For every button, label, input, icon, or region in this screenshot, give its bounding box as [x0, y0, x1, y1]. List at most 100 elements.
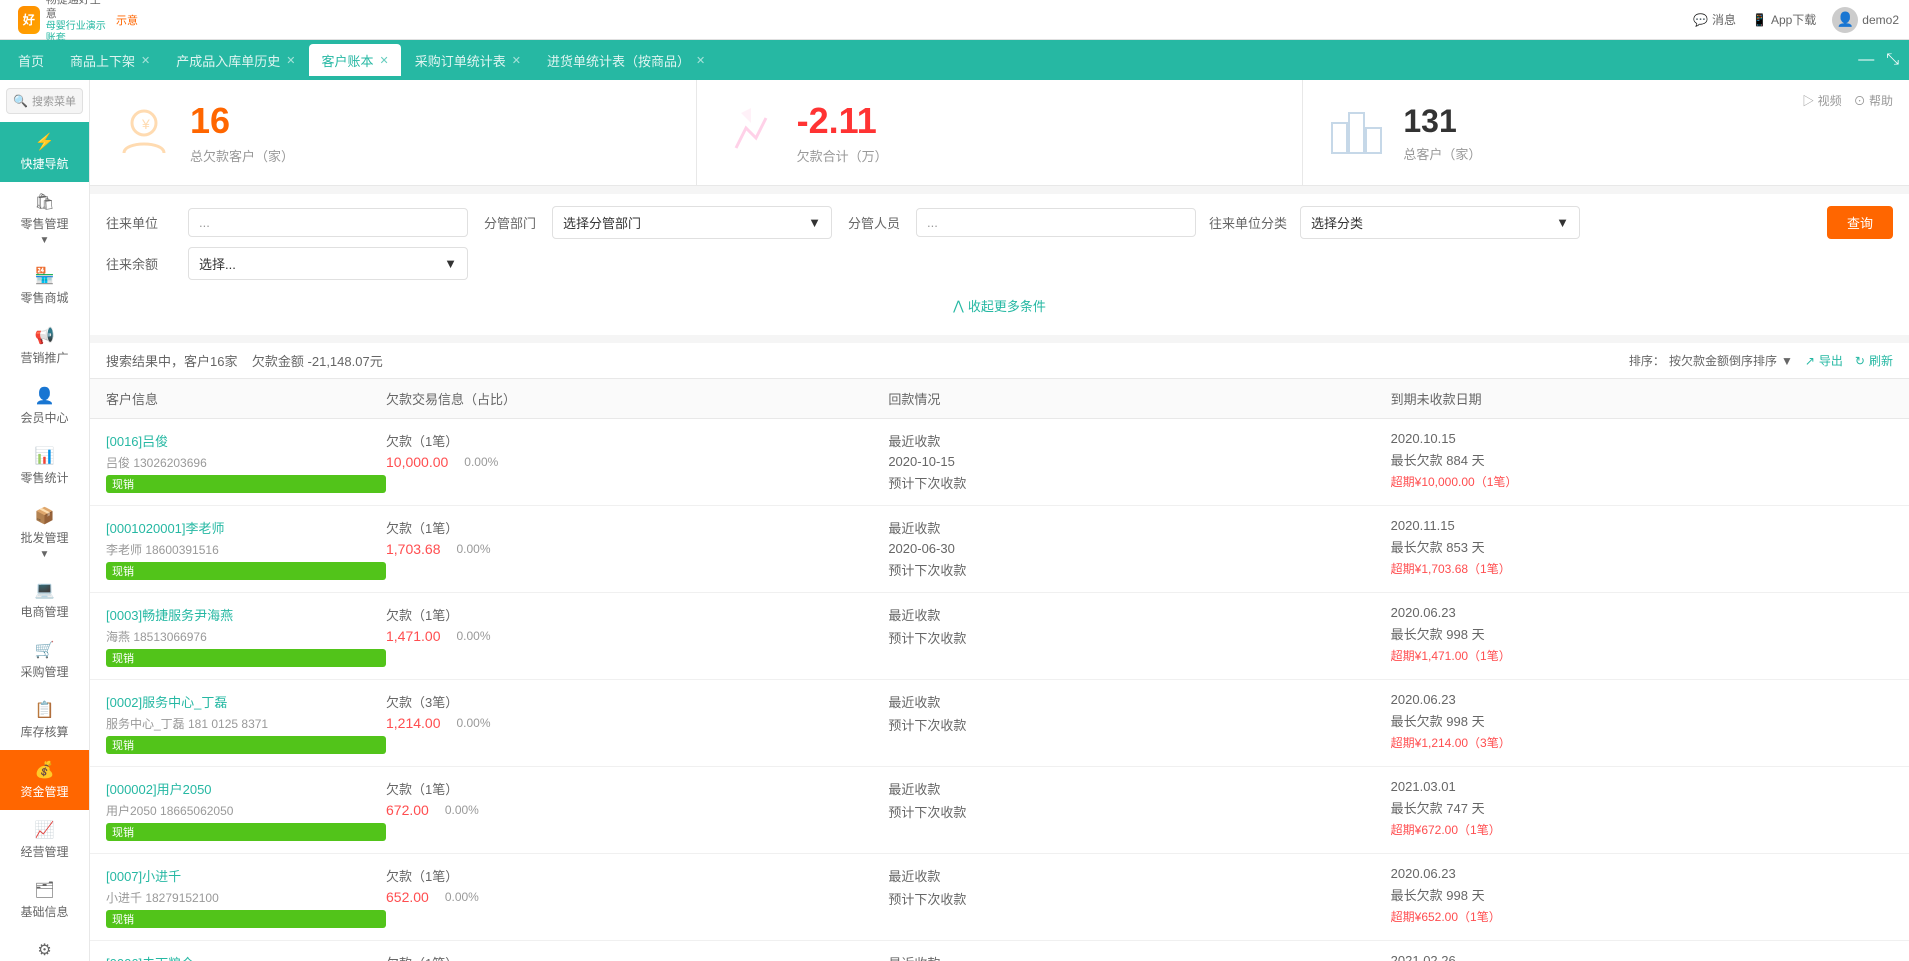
due-info-0: 2020.10.15 最长欠款 884 天 超期¥10,000.00（1笔）	[1391, 431, 1893, 490]
remaining-select[interactable]: 选择... ▼	[188, 247, 468, 280]
customer-name-2[interactable]: [0003]畅捷服务尹海燕	[106, 605, 386, 624]
overdue-link-2[interactable]: 超期¥1,471.00（1笔）	[1391, 647, 1893, 664]
tab-customer-account[interactable]: 客户账本 ✕	[309, 44, 400, 76]
collapse-btn[interactable]: ⋀ 收起更多条件	[945, 292, 1054, 319]
debt-count-5: 欠款（1笔）	[386, 866, 888, 885]
retail-stats-icon: 📊	[35, 446, 55, 466]
overdue-days-4: 最长欠款 747 天	[1391, 798, 1893, 817]
sidebar-item-quick[interactable]: ⚡ 快捷导航	[0, 122, 89, 182]
customer-name-0[interactable]: [0016]吕俊	[106, 431, 386, 450]
user-menu[interactable]: 👤 demo2	[1832, 7, 1899, 33]
quick-icon: ⚡	[35, 132, 55, 152]
sidebar-item-system[interactable]: ⚙ 系统管理	[0, 930, 89, 961]
due-info-1: 2020.11.15 最长欠款 853 天 超期¥1,703.68（1笔）	[1391, 518, 1893, 577]
last-payment-label-3: 最近收款	[888, 692, 1390, 711]
logo-icon: 好	[18, 6, 40, 34]
retail-store-icon: 🏪	[35, 266, 55, 286]
unit-category-select[interactable]: 选择分类 ▼	[1300, 206, 1580, 239]
status-badge-3: 现销	[106, 736, 386, 754]
sidebar-item-finance[interactable]: 💰 资金管理	[0, 750, 89, 810]
export-btn[interactable]: ↗ 导出	[1805, 352, 1843, 369]
avatar: 👤	[1832, 7, 1858, 33]
customer-phone-5: 小进千 18279152100	[106, 889, 386, 906]
sidebar-item-retail-stats[interactable]: 📊 零售统计	[0, 436, 89, 496]
app-download-btn[interactable]: 📱 App下载	[1752, 11, 1816, 28]
last-payment-label-6: 最近收款	[888, 953, 1390, 961]
filter-row-2: 往来余额 选择... ▼	[106, 247, 1893, 280]
customer-name-6[interactable]: [0006]去下粮仓	[106, 953, 386, 961]
tab-products[interactable]: 商品上下架 ✕	[58, 44, 162, 76]
customer-info-5: [0007]小进千 小进千 18279152100 现销	[106, 866, 386, 928]
customer-name-5[interactable]: [0007]小进千	[106, 866, 386, 885]
tab-close-products[interactable]: ✕	[141, 54, 150, 67]
collapse-row: ⋀ 收起更多条件	[106, 288, 1893, 323]
tab-stock-stats[interactable]: 进货单统计表（按商品） ✕	[535, 44, 717, 76]
sidebar: 🔍 搜索菜单 ⚡ 快捷导航 🛍 零售管理 ▼ 🏪 零售商城	[0, 80, 90, 961]
main-area: 🔍 搜索菜单 ⚡ 快捷导航 🛍 零售管理 ▼ 🏪 零售商城	[0, 80, 1909, 961]
sort-chevron: ▼	[1781, 354, 1793, 368]
sort-select[interactable]: 排序： 按欠款金额倒序排序 ▼	[1629, 352, 1793, 369]
system-icon: ⚙	[37, 940, 51, 960]
sidebar-item-marketing[interactable]: 📢 营销推广	[0, 316, 89, 376]
sidebar-item-retail-mgmt[interactable]: 🛍 零售管理 ▼	[0, 182, 89, 256]
tab-close-production[interactable]: ✕	[286, 54, 295, 67]
sidebar-item-batch-mgmt[interactable]: 📦 批发管理 ▼	[0, 496, 89, 570]
message-btn[interactable]: 💬 消息	[1693, 11, 1736, 28]
remaining-chevron: ▼	[444, 256, 457, 271]
search-button[interactable]: 查询	[1827, 206, 1893, 239]
tab-home[interactable]: 首页	[6, 44, 56, 76]
purchase-icon: 🛒	[35, 640, 55, 660]
table-header: 客户信息 欠款交易信息（占比） 回款情况 到期未收款日期	[90, 379, 1909, 419]
division-select[interactable]: 选择分管部门 ▼	[552, 206, 832, 239]
tab-purchase-order[interactable]: 采购订单统计表 ✕	[403, 44, 533, 76]
tab-minimize-btn[interactable]: —	[1854, 47, 1878, 73]
help-btn[interactable]: ⊙ 帮助	[1854, 92, 1893, 109]
sidebar-item-purchase[interactable]: 🛒 采购管理	[0, 630, 89, 690]
table-row: [0002]服务中心_丁磊 服务中心_丁磊 181 0125 8371 现销 欠…	[90, 680, 1909, 767]
customer-name-1[interactable]: [0001020001]李老师	[106, 518, 386, 537]
overdue-days-3: 最长欠款 998 天	[1391, 711, 1893, 730]
manager-input[interactable]: ...	[916, 208, 1196, 237]
tab-close-purchase-order[interactable]: ✕	[512, 54, 521, 67]
logo-text: 畅捷通好生意 母婴行业演示账套	[46, 0, 108, 45]
filter-row-1: 往来单位 ... 分管部门 选择分管部门 ▼ 分管人员 ... 往来单位分类	[106, 206, 1893, 239]
overdue-link-3[interactable]: 超期¥1,214.00（3笔）	[1391, 734, 1893, 751]
play-icon: ▷	[1802, 94, 1814, 108]
top-bar: 好 畅捷通好生意 母婴行业演示账套 示意 💬 消息 📱 App下载 👤	[0, 0, 1909, 40]
overdue-link-0[interactable]: 超期¥10,000.00（1笔）	[1391, 473, 1893, 490]
tab-expand-btn[interactable]: ⤡	[1882, 47, 1903, 73]
due-date-5: 2020.06.23	[1391, 866, 1893, 881]
table-row: [0006]去下粮仓 陈小希 现销 欠款（1笔） 455.90 0.00% 最近…	[90, 941, 1909, 961]
source-unit-input[interactable]: ...	[188, 208, 468, 237]
sidebar-item-ecommerce[interactable]: 💻 电商管理	[0, 570, 89, 630]
debt-amount-0: 10,000.00	[386, 454, 448, 470]
sidebar-item-basic-info[interactable]: 🗂 基础信息	[0, 870, 89, 930]
repay-info-6: 最近收款 预计下次收款	[888, 953, 1390, 961]
tab-production[interactable]: 产成品入库单历史 ✕	[164, 44, 307, 76]
stat-debt-amount-content: -2.11 欠款合计（万）	[797, 100, 888, 165]
overdue-link-1[interactable]: 超期¥1,703.68（1笔）	[1391, 560, 1893, 577]
stat-debt-customers-content: 16 总欠款客户（家）	[190, 100, 294, 165]
refresh-btn[interactable]: ↻ 刷新	[1855, 352, 1893, 369]
customer-name-3[interactable]: [0002]服务中心_丁磊	[106, 692, 386, 711]
sidebar-item-member[interactable]: 👤 会员中心	[0, 376, 89, 436]
due-date-1: 2020.11.15	[1391, 518, 1893, 533]
view-btn[interactable]: ▷ 视频	[1802, 92, 1841, 109]
debt-info-2: 欠款（1笔） 1,471.00 0.00%	[386, 605, 888, 644]
overdue-link-4[interactable]: 超期¥672.00（1笔）	[1391, 821, 1893, 838]
overdue-days-5: 最长欠款 998 天	[1391, 885, 1893, 904]
sidebar-item-retail-store[interactable]: 🏪 零售商城	[0, 256, 89, 316]
sidebar-search-box[interactable]: 🔍 搜索菜单	[6, 88, 83, 114]
tab-actions: — ⤡	[1854, 47, 1903, 73]
overdue-link-5[interactable]: 超期¥652.00（1笔）	[1391, 908, 1893, 925]
sidebar-item-operation[interactable]: 📈 经营管理	[0, 810, 89, 870]
tab-close-stock-stats[interactable]: ✕	[696, 54, 705, 67]
stat-total-customers: 131 总客户（家） ▷ 视频 ⊙ 帮助	[1303, 80, 1909, 185]
results-summary: 搜索结果中，客户16家 欠款金额 -21,148.07元	[106, 351, 383, 370]
sidebar-item-stock[interactable]: 📋 库存核算	[0, 690, 89, 750]
customer-name-4[interactable]: [000002]用户2050	[106, 779, 386, 798]
debt-count-3: 欠款（3笔）	[386, 692, 888, 711]
export-icon: ↗	[1805, 354, 1815, 368]
ecommerce-icon: 💻	[35, 580, 55, 600]
tab-close-customer-account[interactable]: ✕	[380, 54, 389, 67]
